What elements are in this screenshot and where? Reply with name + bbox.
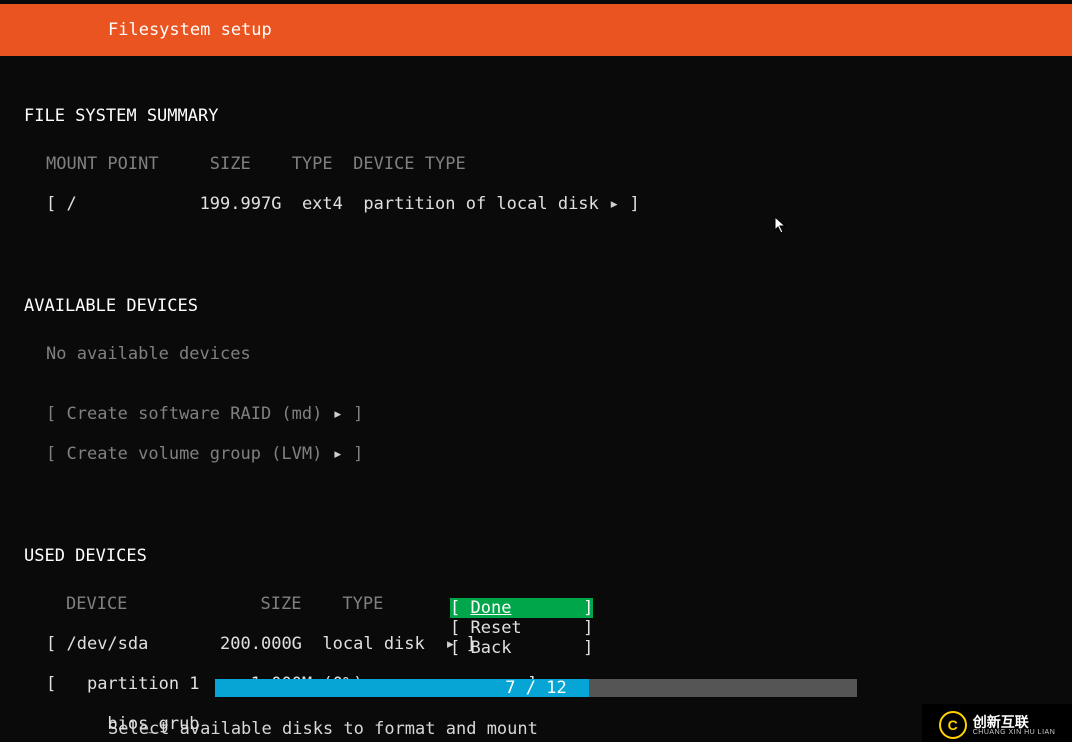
reset-button[interactable]: [ Reset ] [0,618,1072,638]
summary-row[interactable]: [ / 199.997G ext4 partition of local dis… [24,194,1048,214]
create-raid-option[interactable]: [ Create software RAID (md) ▸ ] [24,404,1048,424]
progress-text: 7 / 12 [215,679,857,697]
chevron-right-icon: ▸ [609,194,619,214]
bottom-hint: Select available disks to format and mou… [108,719,538,739]
header-bar: Filesystem setup [0,4,1072,56]
available-title: AVAILABLE DEVICES [24,296,1048,316]
back-button[interactable]: [ Back ] [0,638,1072,658]
summary-title: FILE SYSTEM SUMMARY [24,106,1048,126]
header-title: Filesystem setup [108,20,272,40]
chevron-right-icon: ▸ [333,444,343,464]
create-lvm-option[interactable]: [ Create volume group (LVM) ▸ ] [24,444,1048,464]
done-button[interactable]: [ Done ] [0,598,1072,618]
watermark: C 创新互联 CHUANG XIN HU LIAN [922,704,1072,742]
chevron-right-icon: ▸ [333,404,343,424]
summary-headers: MOUNT POINT SIZE TYPE DEVICE TYPE [24,154,1048,174]
progress-bar: 7 / 12 [215,679,857,697]
used-title: USED DEVICES [24,546,1048,566]
watermark-icon: C [939,711,967,739]
button-group: [ Done ] [ Reset ] [ Back ] [0,598,1072,658]
no-devices-text: No available devices [24,344,1048,364]
